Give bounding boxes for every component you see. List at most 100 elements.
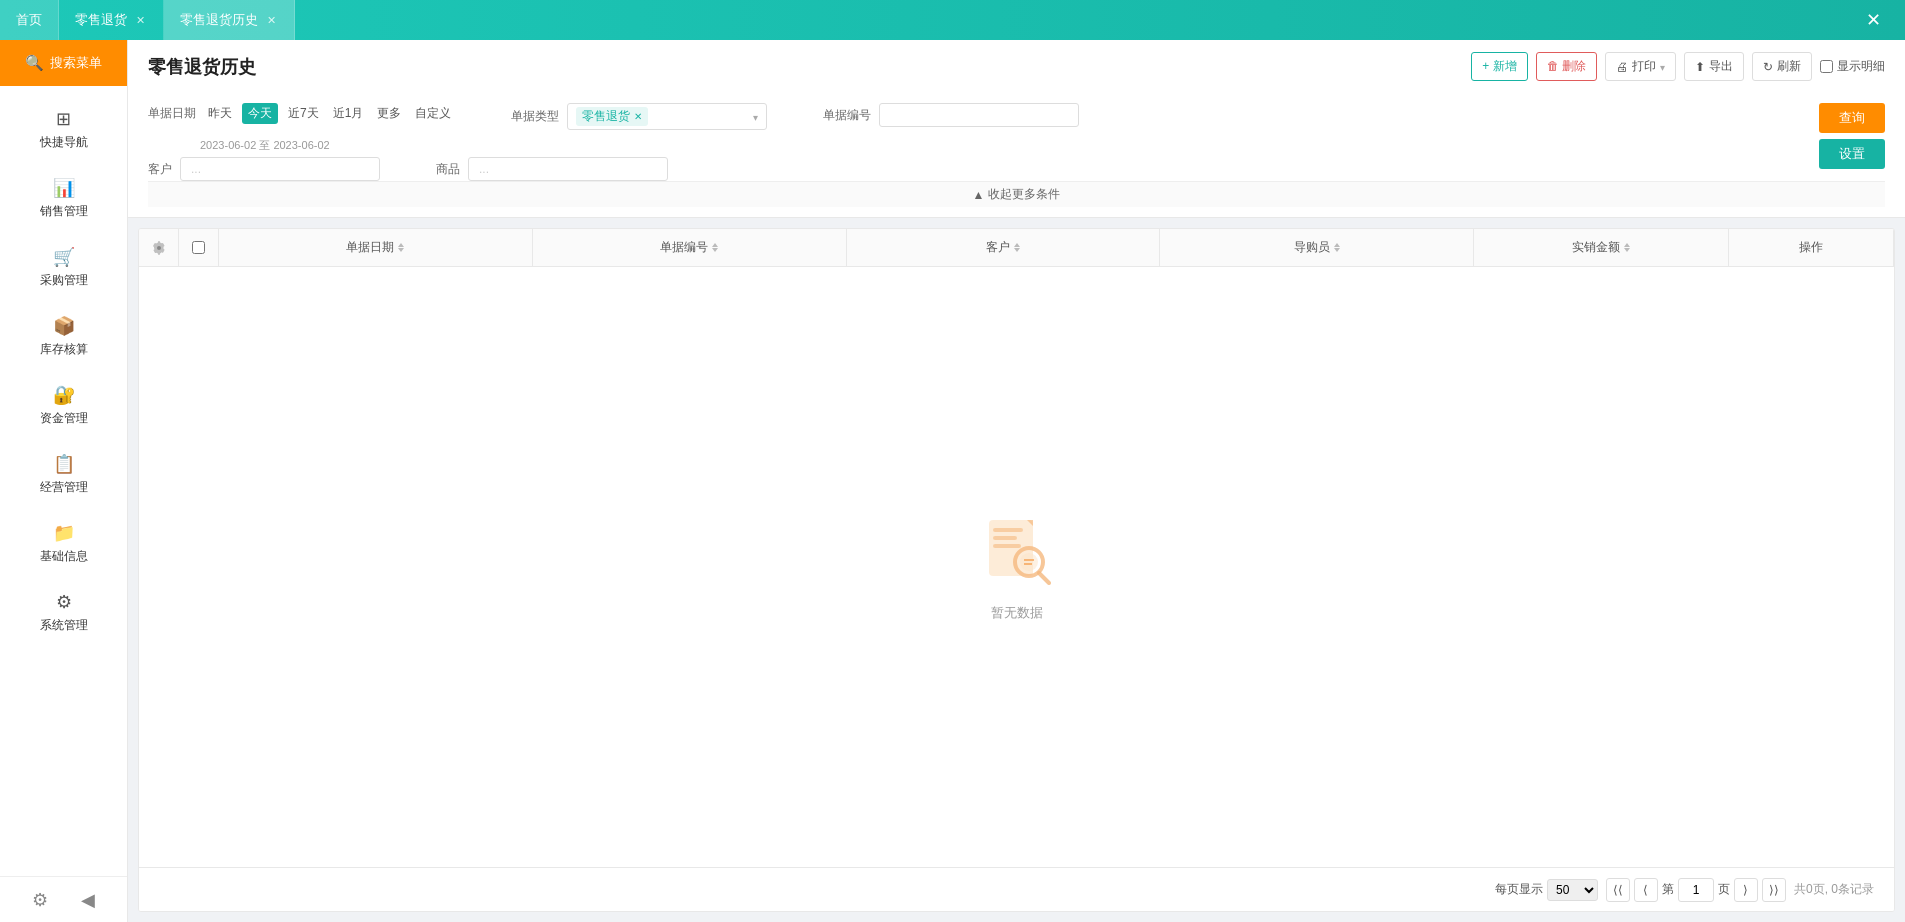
bill-type-tag-text: 零售退货 — [582, 108, 630, 125]
bill-type-tag-close[interactable]: ✕ — [634, 111, 642, 122]
sidebar-item-stock-calc[interactable]: 📦 库存核算 — [6, 303, 121, 370]
display-detail-checkbox-label[interactable]: 显示明细 — [1820, 58, 1885, 75]
tab-retail-return-history-close[interactable]: ✕ — [264, 13, 278, 27]
window-close-button[interactable]: ✕ — [1858, 5, 1889, 35]
refresh-label: 刷新 — [1777, 58, 1801, 75]
basic-info-icon: 📁 — [53, 522, 75, 544]
delete-button[interactable]: 🗑 删除 — [1536, 52, 1597, 81]
date-1month[interactable]: 近1月 — [329, 103, 368, 124]
ops-mgmt-label: 经营管理 — [40, 479, 88, 496]
bill-type-filter-item: 单据类型 零售退货 ✕ — [511, 103, 767, 130]
amount-sort-icon — [1624, 243, 1630, 252]
tab-retail-return-history[interactable]: 零售退货历史 ✕ — [164, 0, 295, 40]
table-settings-btn[interactable] — [139, 229, 179, 266]
stock-calc-label: 库存核算 — [40, 341, 88, 358]
collapse-filter-btn[interactable]: ▲ 收起更多条件 — [148, 181, 1885, 207]
search-icon: 🔍 — [25, 54, 44, 72]
bill-no-filter-item: 单据编号 — [823, 103, 1079, 127]
th-amount[interactable]: 实销金额 — [1474, 229, 1728, 266]
date-more[interactable]: 更多 — [373, 103, 405, 124]
page-prev-btn[interactable]: ⟨ — [1634, 878, 1658, 902]
date-sort-icon — [398, 243, 404, 252]
settings-bottom-icon[interactable]: ⚙ — [32, 889, 48, 911]
date-today[interactable]: 今天 — [242, 103, 278, 124]
sidebar-item-sales-mgmt[interactable]: 📊 销售管理 — [6, 165, 121, 232]
sidebar-item-fund-mgmt[interactable]: 🔐 资金管理 — [6, 372, 121, 439]
page-input[interactable] — [1678, 878, 1714, 902]
bill-no-sort-icon — [712, 243, 718, 252]
sidebar-item-basic-info[interactable]: 📁 基础信息 — [6, 510, 121, 577]
date-yesterday[interactable]: 昨天 — [204, 103, 236, 124]
customer-label: 客户 — [148, 161, 172, 178]
th-bill-no[interactable]: 单据编号 — [533, 229, 847, 266]
guide-sort-icon — [1334, 243, 1340, 252]
refresh-button[interactable]: ↻ 刷新 — [1752, 52, 1812, 81]
bill-type-select[interactable]: 零售退货 ✕ — [567, 103, 767, 130]
export-icon: ⬆ — [1695, 60, 1705, 74]
th-operations-label: 操作 — [1799, 239, 1823, 256]
print-chevron — [1660, 60, 1665, 74]
date-filter: 昨天 今天 近7天 近1月 更多 自定义 — [204, 103, 455, 124]
refresh-icon: ↻ — [1763, 60, 1773, 74]
tab-retail-return-close[interactable]: ✕ — [133, 13, 147, 27]
bill-no-input[interactable] — [879, 103, 1079, 127]
filter-area: 单据日期 昨天 今天 近7天 近1月 更多 自定义 单据类型 — [148, 93, 1885, 217]
page-next-btn[interactable]: ⟩ — [1734, 878, 1758, 902]
tab-home[interactable]: 首页 — [0, 0, 59, 40]
th-guide[interactable]: 导购员 — [1160, 229, 1474, 266]
page-first-btn[interactable]: ⟨⟨ — [1606, 878, 1630, 902]
goods-label: 商品 — [436, 161, 460, 178]
export-button[interactable]: ⬆ 导出 — [1684, 52, 1744, 81]
th-amount-label: 实销金额 — [1572, 239, 1620, 256]
page-title: 零售退货历史 — [148, 55, 256, 79]
settings-button[interactable]: 设置 — [1819, 139, 1885, 169]
svg-point-6 — [1020, 553, 1038, 571]
page-size-select: 每页显示 50 100 200 — [1495, 879, 1598, 901]
pagination-bar: 每页显示 50 100 200 ⟨⟨ ⟨ 第 页 ⟩ ⟩⟩ 共0页, 0 — [139, 867, 1894, 911]
table-select-all[interactable] — [179, 229, 219, 266]
th-operations: 操作 — [1729, 229, 1894, 266]
page-size-dropdown[interactable]: 50 100 200 — [1547, 879, 1598, 901]
th-date[interactable]: 单据日期 — [219, 229, 533, 266]
th-guide-label: 导购员 — [1294, 239, 1330, 256]
bill-type-tag: 零售退货 ✕ — [576, 107, 648, 126]
sidebar-search[interactable]: 🔍 搜索菜单 — [0, 40, 127, 86]
new-button[interactable]: + 新增 — [1471, 52, 1527, 81]
query-button[interactable]: 查询 — [1819, 103, 1885, 133]
print-icon: 🖨 — [1616, 60, 1628, 74]
page-unit: 页 — [1718, 881, 1730, 898]
action-buttons: 查询 设置 — [1819, 103, 1885, 169]
tab-retail-return-label: 零售退货 — [75, 11, 127, 29]
sidebar-nav: ⊞ 快捷导航 📊 销售管理 🛒 采购管理 📦 库存核算 🔐 资金管理 📋 — [0, 86, 127, 876]
tab-retail-return[interactable]: 零售退货 ✕ — [59, 0, 164, 40]
quick-nav-label: 快捷导航 — [40, 134, 88, 151]
page-last-btn[interactable]: ⟩⟩ — [1762, 878, 1786, 902]
tab-home-label: 首页 — [16, 11, 42, 29]
th-customer[interactable]: 客户 — [847, 229, 1161, 266]
empty-state: 暂无数据 — [139, 267, 1894, 867]
date-custom[interactable]: 自定义 — [411, 103, 455, 124]
select-all-checkbox[interactable] — [192, 241, 205, 254]
date-7days[interactable]: 近7天 — [284, 103, 323, 124]
sidebar-item-ops-mgmt[interactable]: 📋 经营管理 — [6, 441, 121, 508]
print-button[interactable]: 🖨 打印 — [1605, 52, 1676, 81]
purchase-mgmt-label: 采购管理 — [40, 272, 88, 289]
fund-mgmt-label: 资金管理 — [40, 410, 88, 427]
fund-mgmt-icon: 🔐 — [53, 384, 75, 406]
customer-input[interactable] — [180, 157, 380, 181]
display-detail-checkbox[interactable] — [1820, 60, 1833, 73]
collapse-sidebar-icon[interactable]: ◀ — [81, 889, 95, 911]
ops-mgmt-icon: 📋 — [53, 453, 75, 475]
sidebar-item-quick-nav[interactable]: ⊞ 快捷导航 — [6, 96, 121, 163]
collapse-icon: ▲ — [973, 188, 985, 202]
total-info: 共0页, 0条记录 — [1794, 881, 1874, 898]
display-detail-label: 显示明细 — [1837, 58, 1885, 75]
sidebar-item-sys-mgmt[interactable]: ⚙ 系统管理 — [6, 579, 121, 646]
print-label: 打印 — [1632, 58, 1656, 75]
collapse-label: 收起更多条件 — [988, 186, 1060, 203]
table-container: 单据日期 单据编号 客户 — [138, 228, 1895, 912]
goods-input[interactable] — [468, 157, 668, 181]
sidebar-item-purchase-mgmt[interactable]: 🛒 采购管理 — [6, 234, 121, 301]
sys-mgmt-label: 系统管理 — [40, 617, 88, 634]
sales-mgmt-label: 销售管理 — [40, 203, 88, 220]
